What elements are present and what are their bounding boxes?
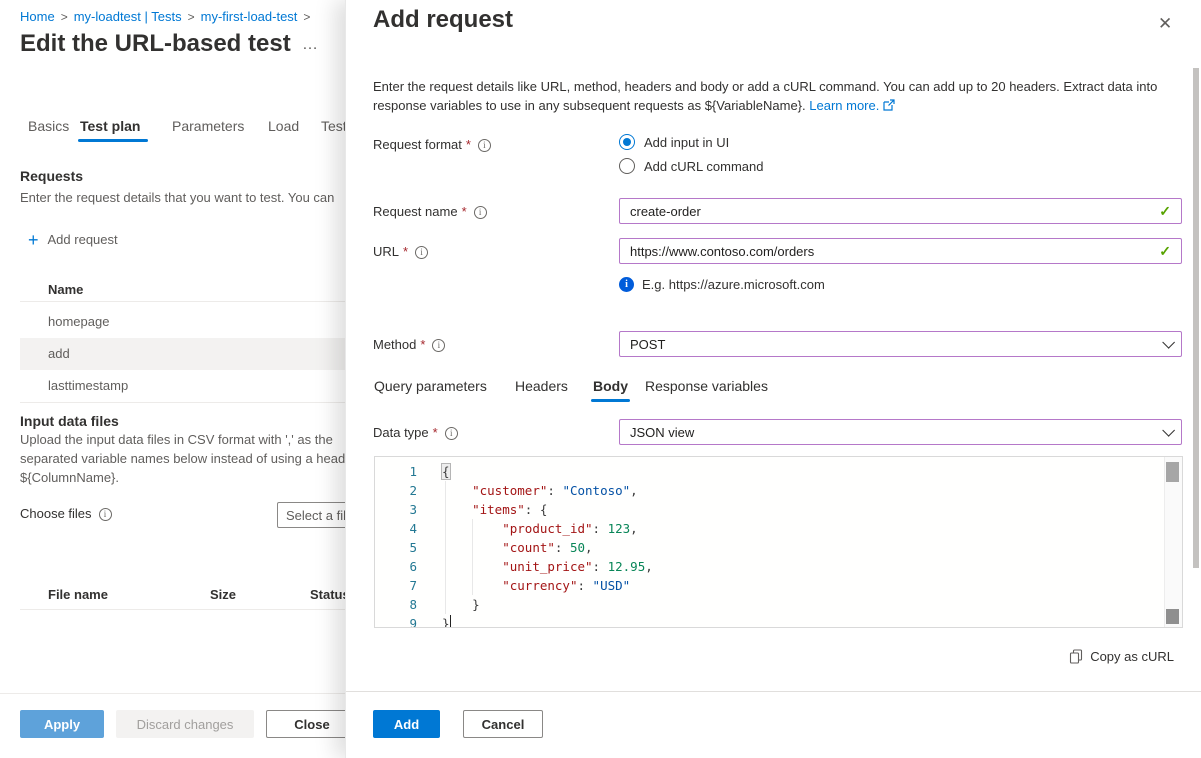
cancel-button[interactable]: Cancel [463,710,543,738]
panel-description: Enter the request details like URL, meth… [373,77,1173,115]
input-data-files-heading: Input data files [20,413,119,429]
add-request-flyout: Add request ✕ Enter the request details … [345,0,1201,758]
breadcrumb-tests-link[interactable]: my-loadtest | Tests [74,9,182,24]
info-icon[interactable]: i [478,139,491,152]
request-format-label: Request format*i [373,137,491,152]
selected-tab-underline [591,399,630,402]
text-cursor [450,615,452,628]
breadcrumb-separator: > [188,10,195,24]
method-label: Method*i [373,337,445,352]
breadcrumb: Home > my-loadtest | Tests > my-first-load-t… [20,9,316,24]
url-input[interactable]: https://www.contoso.com/orders✓ [619,238,1182,264]
editor-vertical-scrollbar[interactable] [1166,462,1179,482]
divider [20,609,345,610]
main-page: Home > my-loadtest | Tests > my-first-load-t… [0,0,345,758]
table-row-lasttimestamp[interactable]: lasttimestamp [48,378,128,393]
url-hint: iE.g. https://azure.microsoft.com [619,277,825,292]
valid-check-icon: ✓ [1159,243,1171,260]
breadcrumb-separator: > [61,10,68,24]
requests-name-header: Name [48,282,83,297]
info-icon[interactable]: i [432,339,445,352]
chevron-down-icon [1162,424,1175,437]
divider [20,301,345,302]
requests-description: Enter the request details that you want … [20,190,334,205]
tab-basics[interactable]: Basics [28,118,69,134]
tab-parameters[interactable]: Parameters [172,118,244,134]
discard-changes-button[interactable]: Discard changes [116,710,254,738]
file-select-input[interactable]: Select a fil [277,502,345,528]
radio-unselected-icon [619,158,635,174]
radio-add-curl-command[interactable]: Add cURL command [619,158,763,174]
input-data-files-description-line3: ${ColumnName}. [20,470,119,485]
breadcrumb-load-test-link[interactable]: my-first-load-test [201,9,298,24]
choose-files-label: Choose filesi [20,506,112,521]
info-icon[interactable]: i [445,427,458,440]
copy-as-curl-button[interactable]: Copy as cURL [1069,649,1174,664]
data-type-dropdown[interactable]: JSON view [619,419,1182,445]
external-link-icon [883,99,895,111]
apply-button[interactable]: Apply [20,710,104,738]
radio-selected-icon [619,134,635,150]
info-icon[interactable]: i [415,246,428,259]
file-name-header: File name [48,587,108,602]
panel-title: Add request [373,6,513,34]
editor-horizontal-scrollbar[interactable] [1166,609,1179,624]
tab-query-parameters[interactable]: Query parameters [374,378,487,394]
learn-more-link[interactable]: Learn more. [809,98,879,113]
divider [20,402,345,403]
request-name-input[interactable]: create-order✓ [619,198,1182,224]
code-gutter: 123456789 [375,462,417,628]
tab-load[interactable]: Load [268,118,299,134]
method-dropdown[interactable]: POST [619,331,1182,357]
data-type-label: Data type*i [373,425,458,440]
url-label: URL*i [373,244,428,259]
copy-icon [1069,649,1083,664]
code-lines: { "customer": "Contoso", "items": { "pro… [442,462,653,628]
add-request-command[interactable]: +Add request [28,230,118,251]
add-button[interactable]: Add [373,710,440,738]
tab-test-plan[interactable]: Test plan [80,118,140,134]
size-header: Size [210,587,236,602]
chevron-down-icon [1162,336,1175,349]
selected-tab-underline [78,139,148,142]
status-header: Status [310,587,345,602]
more-actions-icon[interactable]: … [302,36,319,54]
tab-response-variables[interactable]: Response variables [645,378,768,394]
close-icon[interactable]: ✕ [1154,10,1176,38]
footer-divider [0,693,345,694]
valid-check-icon: ✓ [1159,203,1171,220]
footer-divider [346,691,1201,692]
panel-scrollbar[interactable] [1193,68,1199,568]
close-button[interactable]: Close [266,710,345,738]
json-body-editor[interactable]: 123456789 { "customer": "Contoso", "item… [374,456,1183,628]
info-icon[interactable]: i [99,508,112,521]
tab-headers[interactable]: Headers [515,378,568,394]
table-row-homepage[interactable]: homepage [48,314,109,329]
editor-scrollbar-track [1164,457,1183,628]
tab-test-truncated[interactable]: Test [321,118,345,134]
input-data-files-description-line2: separated variable names below instead o… [20,451,345,466]
info-icon[interactable]: i [474,206,487,219]
input-data-files-description-line1: Upload the input data files in CSV forma… [20,432,333,447]
page-title: Edit the URL-based test [20,30,291,58]
info-filled-icon: i [619,277,634,292]
table-row-add[interactable]: add [48,346,70,361]
radio-add-input-in-ui[interactable]: Add input in UI [619,134,729,150]
breadcrumb-separator: > [303,10,310,24]
plus-icon: + [28,230,39,250]
tab-body[interactable]: Body [593,378,628,394]
requests-heading: Requests [20,168,83,184]
breadcrumb-home-link[interactable]: Home [20,9,55,24]
request-name-label: Request name*i [373,204,487,219]
